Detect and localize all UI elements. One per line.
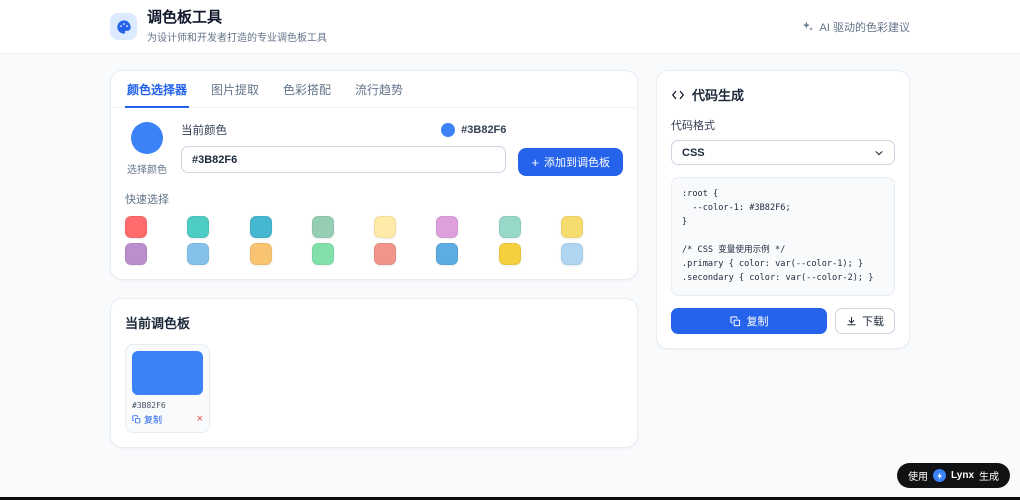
color-picker-circle[interactable] <box>131 122 163 154</box>
quick-color-swatch[interactable] <box>125 216 147 238</box>
lynx-badge[interactable]: 使用 Lynx 生成 <box>897 463 1010 488</box>
quick-color-swatch[interactable] <box>249 243 272 265</box>
quick-color-swatch[interactable] <box>125 243 147 265</box>
app-subtitle: 为设计师和开发者打造的专业调色板工具 <box>147 33 327 44</box>
palette-item-copy-button[interactable]: 复制 <box>132 413 162 426</box>
copy-code-button[interactable]: 复制 <box>671 308 827 335</box>
left-column: 颜色选择器 图片提取 色彩搭配 流行趋势 选择颜色 当前颜色 #3B82F6 #… <box>110 70 638 448</box>
hex-input[interactable] <box>181 146 507 173</box>
format-select-value: CSS <box>682 146 705 159</box>
download-icon <box>846 316 857 327</box>
copy-icon <box>132 415 141 424</box>
badge-brand: Lynx <box>951 470 974 481</box>
plus-icon: + <box>531 154 539 170</box>
quick-color-swatch[interactable] <box>187 216 210 238</box>
quick-select-grid <box>125 216 623 265</box>
download-button[interactable]: 下载 <box>835 308 895 335</box>
quick-color-swatch[interactable] <box>249 216 272 238</box>
badge-suffix: 生成 <box>979 472 999 483</box>
code-generation-title: 代码生成 <box>692 88 745 103</box>
current-color-dot <box>441 123 456 137</box>
quick-color-swatch[interactable] <box>498 243 521 265</box>
copy-icon <box>729 316 741 327</box>
tab-流行趋势[interactable]: 流行趋势 <box>353 71 405 108</box>
quick-color-swatch[interactable] <box>187 243 210 265</box>
palette-item-hex: #3B82F6 <box>132 401 166 410</box>
quick-color-swatch[interactable] <box>311 243 334 265</box>
picker-tabs: 颜色选择器 图片提取 色彩搭配 流行趋势 <box>111 71 637 108</box>
add-to-palette-button[interactable]: + 添加到调色板 <box>518 148 623 176</box>
quick-select-label: 快速选择 <box>125 194 169 206</box>
ai-hint: AI 驱动的色彩建议 <box>801 19 910 35</box>
current-palette-card: 当前调色板 #3B82F6 复制 × <box>110 298 638 448</box>
brand: 调色板工具 为设计师和开发者打造的专业调色板工具 <box>110 9 327 44</box>
app-header: 调色板工具 为设计师和开发者打造的专业调色板工具 AI 驱动的色彩建议 <box>0 0 1020 54</box>
select-color-label: 选择颜色 <box>127 165 167 176</box>
code-block: :root { --color-1: #3B82F6; } /* CSS 变量使… <box>671 177 895 297</box>
current-color-chip: #3B82F6 <box>441 123 506 137</box>
palette-item: #3B82F6 复制 × <box>125 344 210 433</box>
quick-color-swatch[interactable] <box>374 243 396 265</box>
quick-color-swatch[interactable] <box>311 216 334 238</box>
current-color-hex: #3B82F6 <box>461 124 507 136</box>
quick-color-swatch[interactable] <box>560 243 583 265</box>
current-palette-title: 当前调色板 <box>125 316 191 331</box>
remove-color-button[interactable]: × <box>197 414 203 425</box>
color-picker-card: 颜色选择器 图片提取 色彩搭配 流行趋势 选择颜色 当前颜色 #3B82F6 #… <box>110 70 638 280</box>
quick-color-swatch[interactable] <box>374 216 396 238</box>
tab-色彩搭配[interactable]: 色彩搭配 <box>281 71 333 108</box>
quick-color-swatch[interactable] <box>498 216 521 238</box>
quick-color-swatch[interactable] <box>560 216 583 238</box>
lynx-logo-icon <box>933 469 947 482</box>
quick-color-swatch[interactable] <box>436 216 459 238</box>
ai-hint-text: AI 驱动的色彩建议 <box>819 21 910 34</box>
tab-图片提取[interactable]: 图片提取 <box>209 71 261 108</box>
palette-item-swatch[interactable] <box>132 351 203 395</box>
quick-color-swatch[interactable] <box>436 243 459 265</box>
badge-prefix: 使用 <box>908 472 929 483</box>
sparkles-icon <box>801 20 814 33</box>
code-content: :root { --color-1: #3B82F6; } /* CSS 变量使… <box>682 189 874 283</box>
current-color-label: 当前颜色 <box>181 125 227 137</box>
chevron-down-icon <box>874 148 884 158</box>
tab-颜色选择器[interactable]: 颜色选择器 <box>125 71 190 108</box>
code-icon <box>671 88 685 102</box>
app-title: 调色板工具 <box>147 9 223 26</box>
palette-items: #3B82F6 复制 × <box>125 344 623 433</box>
format-select[interactable]: CSS <box>671 140 895 165</box>
palette-logo-icon <box>110 13 137 40</box>
code-format-label: 代码格式 <box>671 120 715 132</box>
code-generation-card: 代码生成 代码格式 CSS :root { --color-1: #3B82F6… <box>656 70 910 350</box>
